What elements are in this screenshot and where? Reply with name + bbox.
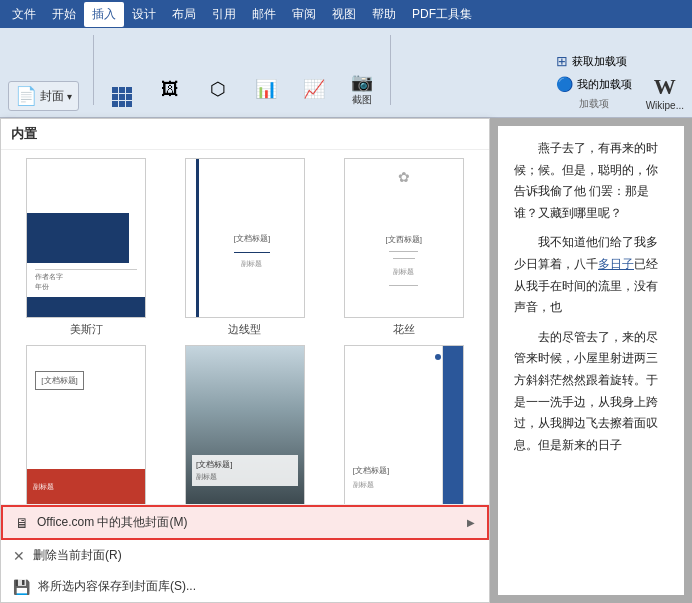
cover-label-huasi: 花丝: [393, 322, 415, 337]
cover-item-lizi[interactable]: [文档标题] 副标题 离子(浅色): [328, 345, 479, 504]
ribbon-screenshot-btn[interactable]: 📷 截图: [340, 67, 384, 111]
menu-start[interactable]: 开始: [44, 2, 84, 27]
wikipedia-icon: W: [654, 74, 676, 100]
picture-icon: 🖼: [161, 79, 179, 100]
get-addons-btn[interactable]: ⊞ 获取加载项: [550, 51, 638, 71]
cover-dropdown-arrow: ▾: [67, 91, 72, 102]
my-addons-label: 我的加载项: [577, 77, 632, 92]
ribbon-smartart-btn[interactable]: 📊: [244, 74, 288, 104]
doc-paragraph-1: 燕子去了，有再来的时候；候。但是，聪明的，你告诉我偷了他 们罢：那是谁？又藏到哪…: [514, 138, 668, 224]
addons-section-label: 加载项: [550, 97, 638, 111]
meisiding-title: [文档标题]文档副标题: [129, 232, 145, 244]
cover-thumb-huari: [文档标题] 副标题: [26, 345, 146, 504]
delete-cover-menu-item[interactable]: ✕ 删除当前封面(R): [1, 540, 489, 571]
cover-thumb-huasi: ✿ [文西标题] 副标题: [344, 158, 464, 318]
dropdown-header: 内置: [1, 119, 489, 150]
menu-file[interactable]: 文件: [4, 2, 44, 27]
cover-item-meisiding[interactable]: [文档标题]文档副标题 作者名字 年份 美斯汀: [11, 158, 162, 337]
save-icon: 💾: [13, 579, 30, 595]
menu-review[interactable]: 审阅: [284, 2, 324, 27]
wikipedia-label: Wikipe...: [646, 100, 684, 111]
cover-thumb-jifen: [文档标题] 副标题: [185, 345, 305, 504]
cover-item-huasi[interactable]: ✿ [文西标题] 副标题 花丝: [328, 158, 479, 337]
screenshot-icon: 📷: [351, 71, 373, 93]
office-icon: 🖥: [15, 515, 29, 531]
meisiding-top-band: [27, 213, 129, 263]
ribbon: 📄 封面 ▾ 🖼 ⬡ 📊 📈 📷 截图: [0, 28, 692, 118]
menubar: 文件 开始 插入 设计 布局 引用 邮件 审阅 视图 帮助 PDF工具集: [0, 0, 692, 28]
screenshot-label: 截图: [352, 93, 372, 107]
ribbon-separator-1: [93, 35, 94, 105]
menu-view[interactable]: 视图: [324, 2, 364, 27]
doc-paragraph-2: 我不知道他们给了我多少日算着，八千多日子已经从我手在时间的流里，没有声音，也: [514, 232, 668, 318]
cover-icon: 📄: [15, 85, 37, 107]
cover-thumb-lizi: [文档标题] 副标题: [344, 345, 464, 504]
save-cover-menu-item[interactable]: 💾 将所选内容保存到封面库(S)...: [1, 571, 489, 602]
office-other-menu-item[interactable]: 🖥 Office.com 中的其他封面(M) ▶: [1, 505, 489, 540]
shapes-icon: ⬡: [210, 78, 226, 100]
addons-grid-icon: ⊞: [556, 53, 568, 69]
menu-pdf[interactable]: PDF工具集: [404, 2, 480, 27]
doc-paragraph-3: 去的尽管去了，来的尽管来时候，小屋里射进两三方斜斜茫然然跟着旋转。于是一一洗手边…: [514, 327, 668, 457]
cover-label: 封面: [40, 88, 64, 105]
menu-design[interactable]: 设计: [124, 2, 164, 27]
submenu-arrow: ▶: [467, 517, 475, 528]
ribbon-chart-btn[interactable]: 📈: [292, 74, 336, 104]
cover-dropdown-panel: 内置 [文档标题]文档副标题 作者名字 年份: [0, 118, 490, 603]
cover-thumb-meisiding: [文档标题]文档副标题 作者名字 年份: [26, 158, 146, 318]
ribbon-table-btn[interactable]: [100, 83, 144, 111]
meisiding-bottom-band: [27, 297, 145, 317]
chart-icon: 📈: [303, 78, 325, 100]
bottom-menu: 🖥 Office.com 中的其他封面(M) ▶ ✕ 删除当前封面(R) 💾 将…: [1, 504, 489, 602]
delete-label: 删除当前封面(R): [33, 547, 122, 564]
ribbon-shapes-btn[interactable]: ⬡: [196, 74, 240, 104]
main-area: 内置 [文档标题]文档副标题 作者名字 年份: [0, 118, 692, 603]
menu-mail[interactable]: 邮件: [244, 2, 284, 27]
cover-thumb-bianjian: [文档标题] 副标题: [185, 158, 305, 318]
ribbon-separator-2: [390, 35, 391, 105]
menu-help[interactable]: 帮助: [364, 2, 404, 27]
menu-reference[interactable]: 引用: [204, 2, 244, 27]
my-addons-btn[interactable]: 🔵 我的加载项: [550, 74, 638, 94]
office-label: Office.com 中的其他封面(M): [37, 514, 187, 531]
menu-layout[interactable]: 布局: [164, 2, 204, 27]
my-addons-icon: 🔵: [556, 76, 573, 92]
smartart-icon: 📊: [255, 78, 277, 100]
get-addons-label: 获取加载项: [572, 54, 627, 69]
cover-label-bianjian: 边线型: [228, 322, 261, 337]
wikipedia-btn[interactable]: W Wikipe...: [646, 74, 684, 111]
covers-grid: [文档标题]文档副标题 作者名字 年份 美斯汀: [1, 150, 489, 504]
cover-label-meisiding: 美斯汀: [70, 322, 103, 337]
cover-item-bianjian[interactable]: [文档标题] 副标题 边线型: [170, 158, 321, 337]
document-page: 燕子去了，有再来的时候；候。但是，聪明的，你告诉我偷了他 们罢：那是谁？又藏到哪…: [498, 126, 684, 595]
cover-button[interactable]: 📄 封面 ▾: [8, 81, 79, 111]
document-area: 燕子去了，有再来的时候；候。但是，聪明的，你告诉我偷了他 们罢：那是谁？又藏到哪…: [490, 118, 692, 603]
ribbon-picture-btn[interactable]: 🖼: [148, 75, 192, 104]
cover-item-huari[interactable]: [文档标题] 副标题 怀旧: [11, 345, 162, 504]
save-label: 将所选内容保存到封面库(S)...: [38, 578, 196, 595]
menu-insert[interactable]: 插入: [84, 2, 124, 27]
table-icon: [112, 87, 132, 107]
delete-icon: ✕: [13, 548, 25, 564]
cover-item-jifen[interactable]: [文档标题] 副标题 积分: [170, 345, 321, 504]
